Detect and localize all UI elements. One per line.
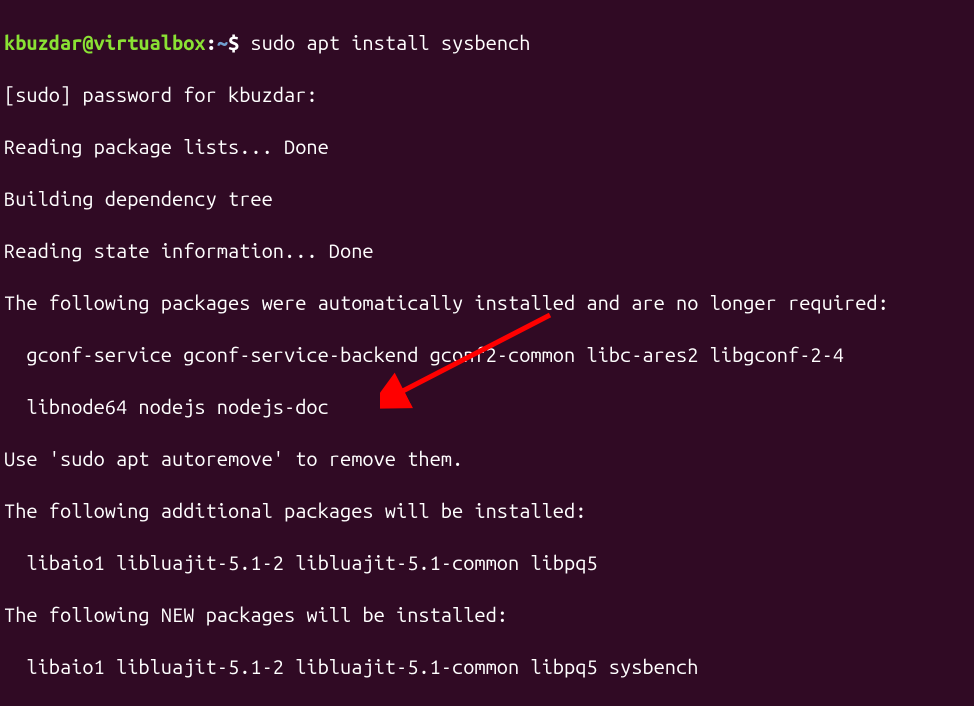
prompt-user: kbuzdar@virtualbox	[4, 31, 206, 54]
terminal-window[interactable]: kbuzdar@virtualbox:~$ sudo apt install s…	[0, 0, 974, 706]
output-line: The following packages were automaticall…	[4, 290, 970, 316]
output-line: libaio1 libluajit-5.1-2 libluajit-5.1-co…	[4, 654, 970, 680]
prompt-separator: :	[206, 31, 217, 54]
output-line: libaio1 libluajit-5.1-2 libluajit-5.1-co…	[4, 550, 970, 576]
output-line: The following NEW packages will be insta…	[4, 602, 970, 628]
output-line: Reading state information... Done	[4, 238, 970, 264]
command-text: sudo apt install sysbench	[250, 31, 530, 54]
output-line: [sudo] password for kbuzdar:	[4, 82, 970, 108]
output-line: libnode64 nodejs nodejs-doc	[4, 394, 970, 420]
output-line: Reading package lists... Done	[4, 134, 970, 160]
output-line: The following additional packages will b…	[4, 498, 970, 524]
output-line: gconf-service gconf-service-backend gcon…	[4, 342, 970, 368]
prompt-symbol: $	[228, 31, 239, 54]
prompt-path: ~	[217, 31, 228, 54]
prompt-line[interactable]: kbuzdar@virtualbox:~$ sudo apt install s…	[4, 30, 970, 56]
output-line: Building dependency tree	[4, 186, 970, 212]
output-line: Use 'sudo apt autoremove' to remove them…	[4, 446, 970, 472]
